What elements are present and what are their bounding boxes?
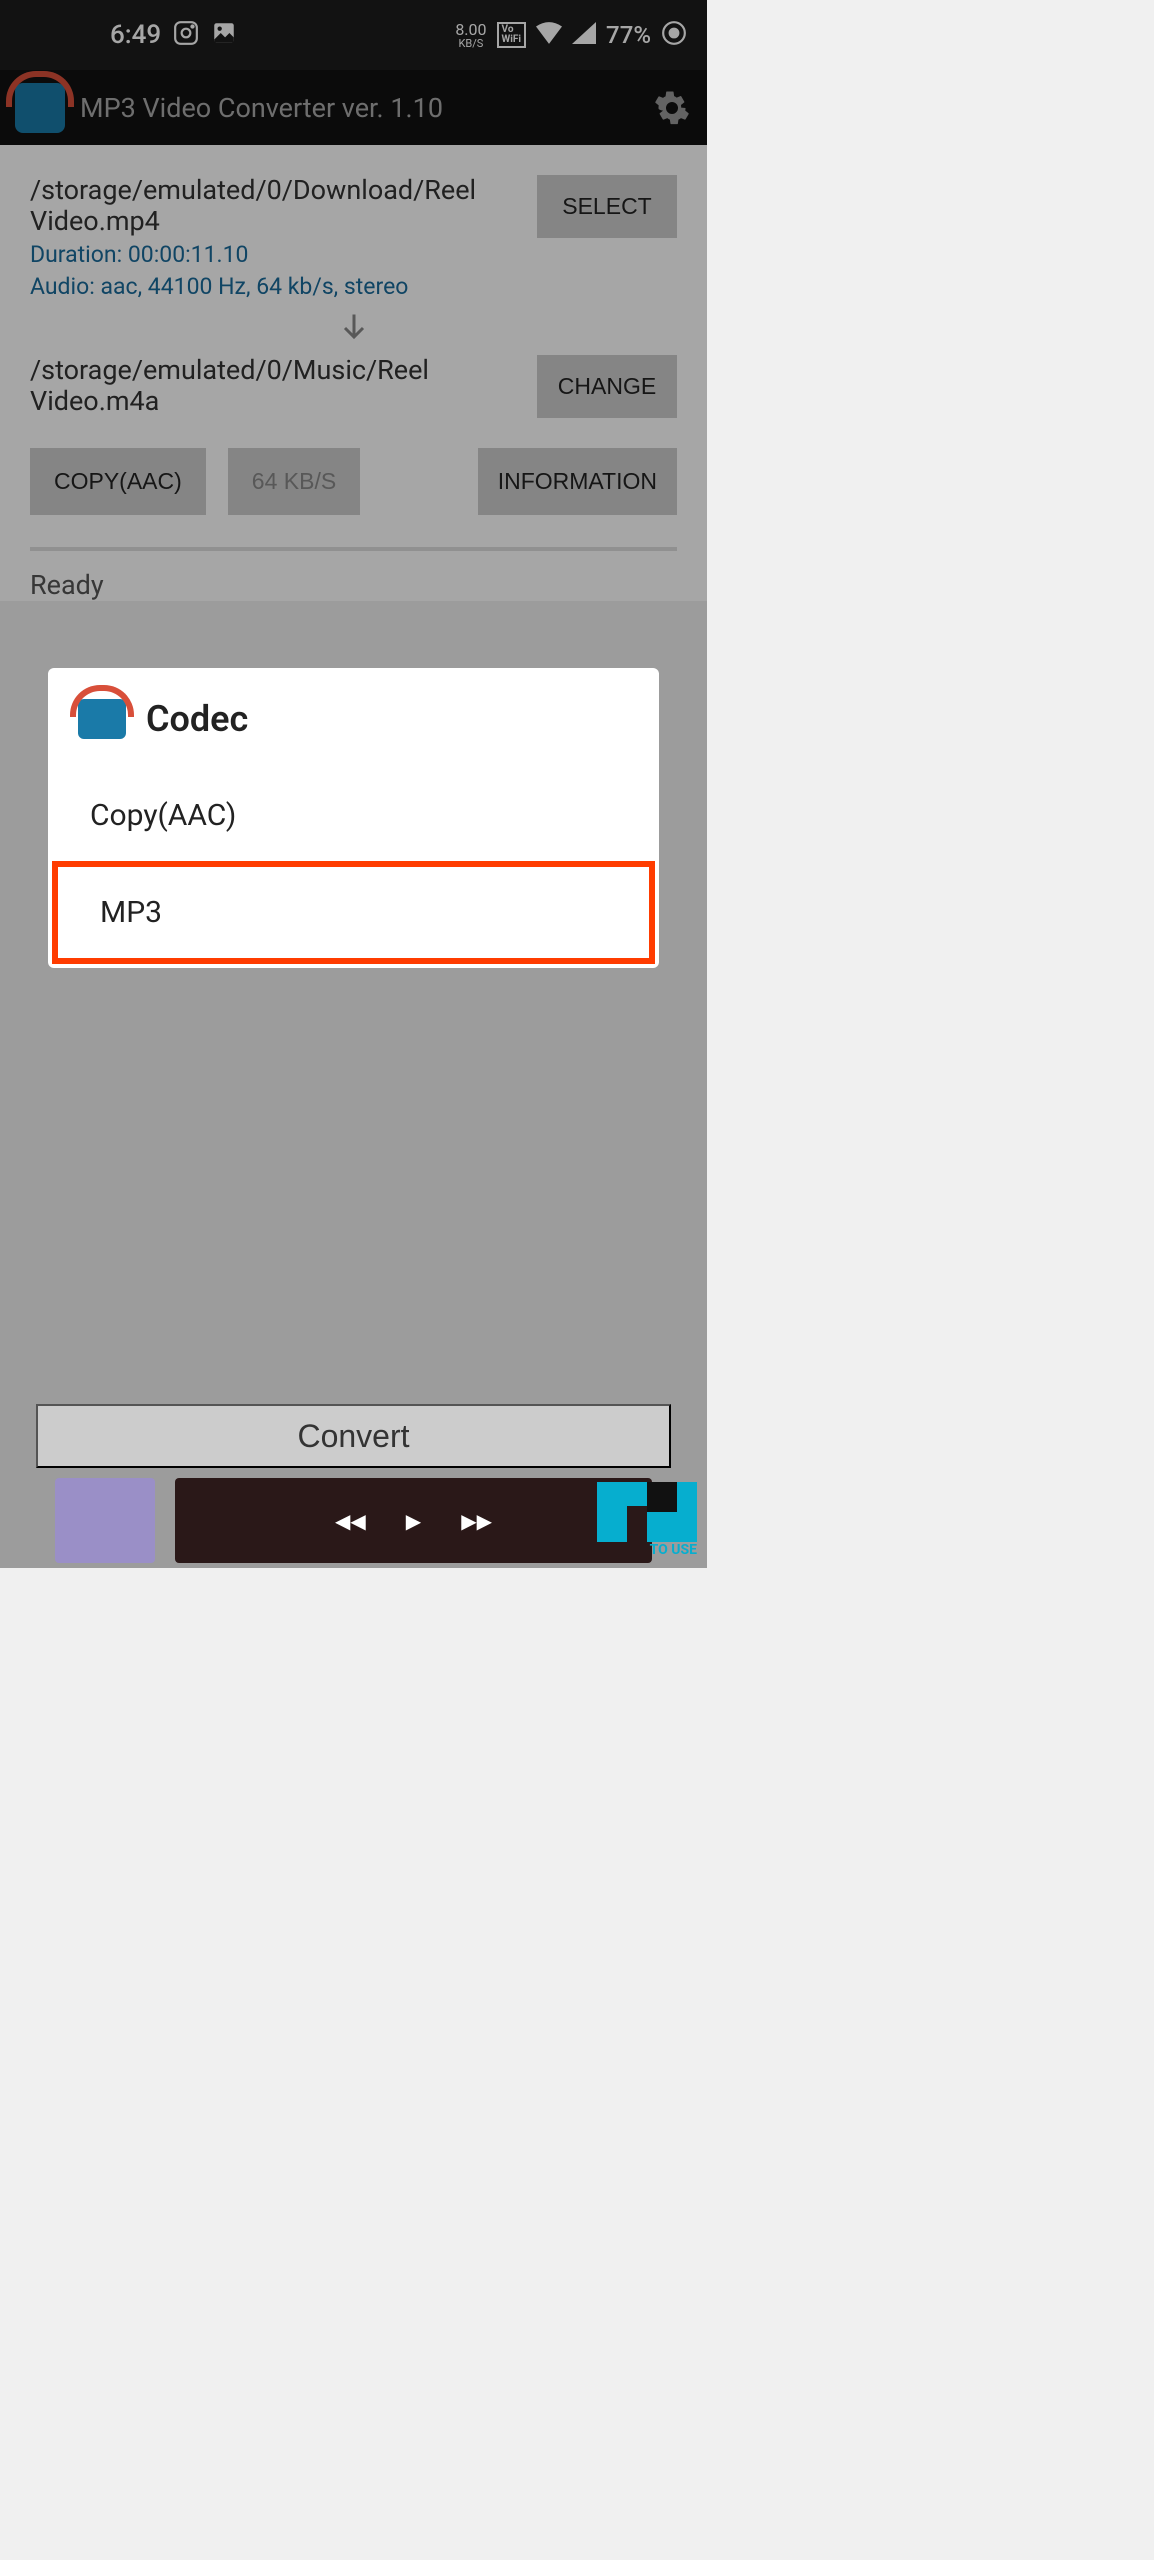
- forward-icon[interactable]: ▶▶: [461, 1509, 492, 1533]
- convert-button[interactable]: Convert: [36, 1404, 671, 1468]
- watermark: TO USE: [597, 1482, 697, 1558]
- watermark-logo-j: [647, 1482, 697, 1542]
- dialog-title: Codec: [146, 698, 248, 740]
- rewind-icon[interactable]: ◀◀: [335, 1509, 366, 1533]
- codec-option-mp3[interactable]: MP3: [52, 861, 655, 964]
- play-icon[interactable]: ▶: [406, 1509, 421, 1533]
- dialog-app-icon: [78, 699, 126, 739]
- preview-thumbnail[interactable]: [55, 1478, 155, 1563]
- codec-option-copy-aac[interactable]: Copy(AAC): [48, 770, 659, 861]
- watermark-text: TO USE: [650, 1542, 697, 1558]
- preview-video-player[interactable]: ◀◀ ▶ ▶▶: [175, 1478, 652, 1563]
- codec-dialog: Codec Copy(AAC) MP3: [48, 668, 659, 968]
- watermark-logo-g: [597, 1482, 647, 1542]
